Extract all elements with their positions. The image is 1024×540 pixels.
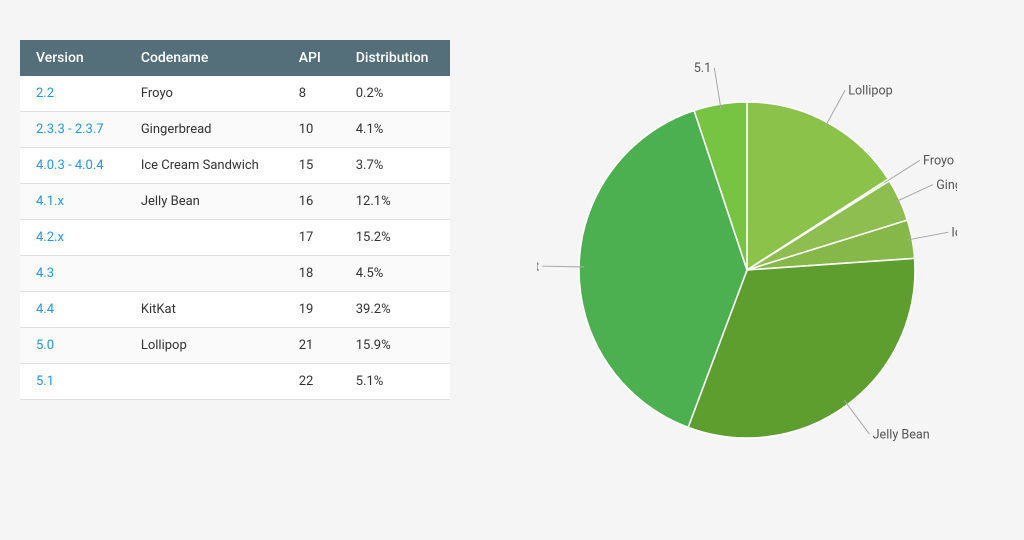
cell-api: 21 <box>283 328 340 364</box>
pie-label-line <box>844 400 869 434</box>
cell-version: 2.2 <box>20 76 125 112</box>
table-row: 4.1.x Jelly Bean 16 12.1% <box>20 184 450 220</box>
col-codename: Codename <box>125 40 283 76</box>
pie-chart-svg: Lollipop Froyo Gingerbread Ice Cream Sandwi… <box>537 60 957 480</box>
cell-codename <box>125 220 283 256</box>
cell-distribution: 4.1% <box>340 112 450 148</box>
col-distribution: Distribution <box>340 40 450 76</box>
pie-chart-container: Lollipop Froyo Gingerbread Ice Cream Sandwi… <box>537 60 957 480</box>
cell-api: 17 <box>283 220 340 256</box>
pie-label-line <box>907 232 948 240</box>
cell-api: 16 <box>283 184 340 220</box>
cell-version: 5.1 <box>20 364 125 400</box>
table-row: 4.4 KitKat 19 39.2% <box>20 292 450 328</box>
table-header-row: Version Codename API Distribution <box>20 40 450 76</box>
cell-api: 22 <box>283 364 340 400</box>
table-row: 4.2.x 17 15.2% <box>20 220 450 256</box>
table-row: 5.0 Lollipop 21 15.9% <box>20 328 450 364</box>
cell-distribution: 39.2% <box>340 292 450 328</box>
table-row: 5.1 22 5.1% <box>20 364 450 400</box>
cell-codename: Ice Cream Sandwich <box>125 148 283 184</box>
cell-api: 8 <box>283 76 340 112</box>
pie-label-line <box>542 266 584 267</box>
cell-distribution: 0.2% <box>340 76 450 112</box>
cell-codename: Jelly Bean <box>125 184 283 220</box>
cell-codename: Froyo <box>125 76 283 112</box>
pie-label-line <box>895 185 933 203</box>
cell-codename: KitKat <box>125 292 283 328</box>
chart-section: Lollipop Froyo Gingerbread Ice Cream Sandwi… <box>490 40 1004 500</box>
pie-label-text: Froyo <box>923 153 954 168</box>
cell-codename <box>125 364 283 400</box>
cell-version: 4.1.x <box>20 184 125 220</box>
cell-distribution: 12.1% <box>340 184 450 220</box>
col-api: API <box>283 40 340 76</box>
pie-label-line <box>714 68 721 109</box>
pie-label-text: KitKat <box>537 259 539 274</box>
distribution-table: Version Codename API Distribution 2.2 Fr… <box>20 40 450 400</box>
cell-version: 4.0.3 - 4.0.4 <box>20 148 125 184</box>
cell-version: 4.3 <box>20 256 125 292</box>
col-version: Version <box>20 40 125 76</box>
table-row: 2.2 Froyo 8 0.2% <box>20 76 450 112</box>
cell-api: 15 <box>283 148 340 184</box>
table-row: 2.3.3 - 2.3.7 Gingerbread 10 4.1% <box>20 112 450 148</box>
cell-api: 18 <box>283 256 340 292</box>
pie-label-text: 5.1 <box>694 61 711 76</box>
pie-label-text: Ice Cream Sandwich <box>951 225 957 240</box>
pie-label-text: Lollipop <box>848 83 892 98</box>
pie-label-text: Gingerbread <box>936 178 957 193</box>
pie-label-line <box>825 90 845 127</box>
cell-distribution: 5.1% <box>340 364 450 400</box>
cell-codename <box>125 256 283 292</box>
main-container: Version Codename API Distribution 2.2 Fr… <box>0 20 1024 520</box>
cell-api: 10 <box>283 112 340 148</box>
cell-distribution: 4.5% <box>340 256 450 292</box>
table-row: 4.3 18 4.5% <box>20 256 450 292</box>
cell-codename: Gingerbread <box>125 112 283 148</box>
cell-codename: Lollipop <box>125 328 283 364</box>
cell-distribution: 3.7% <box>340 148 450 184</box>
cell-version: 2.3.3 - 2.3.7 <box>20 112 125 148</box>
cell-distribution: 15.2% <box>340 220 450 256</box>
pie-label-line <box>884 160 919 183</box>
cell-distribution: 15.9% <box>340 328 450 364</box>
cell-api: 19 <box>283 292 340 328</box>
table-row: 4.0.3 - 4.0.4 Ice Cream Sandwich 15 3.7% <box>20 148 450 184</box>
pie-label-text: Jelly Bean <box>873 427 930 442</box>
table-section: Version Codename API Distribution 2.2 Fr… <box>20 40 450 400</box>
cell-version: 4.4 <box>20 292 125 328</box>
cell-version: 4.2.x <box>20 220 125 256</box>
cell-version: 5.0 <box>20 328 125 364</box>
